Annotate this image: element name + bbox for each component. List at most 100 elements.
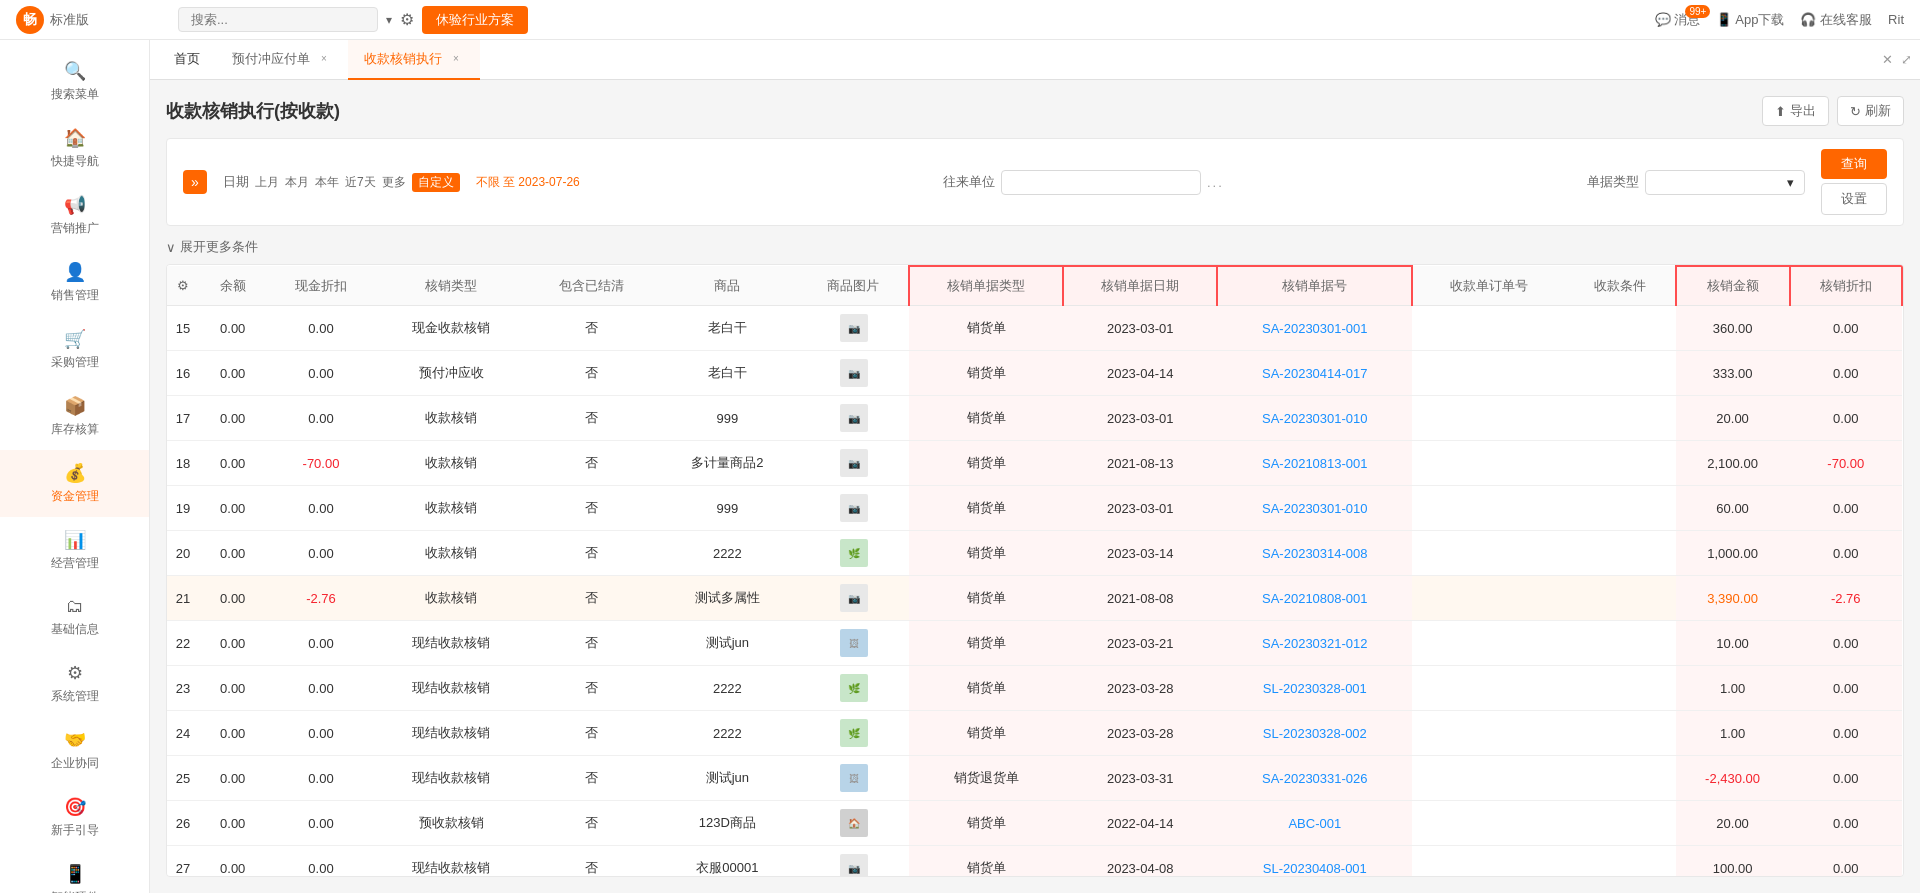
tab-close-all-icon[interactable]: ✕ — [1882, 52, 1893, 67]
cash-discount: 0.00 — [266, 801, 375, 846]
product-name: 999 — [657, 396, 799, 441]
sidebar-label-nav: 快捷导航 — [51, 153, 99, 170]
data-table: ⚙ 余额 现金折扣 核销类型 包含已结清 商品 商品图片 核销单据类型 核销单据… — [167, 265, 1903, 877]
writeoff-bill-type: 销货单 — [909, 666, 1063, 711]
date-more[interactable]: 更多 — [382, 174, 406, 191]
sidebar-item-operation[interactable]: 📊 经营管理 — [0, 517, 149, 584]
product-img-cell: 🌿 — [798, 531, 909, 576]
receipt-condition — [1565, 801, 1676, 846]
row-number: 19 — [167, 486, 199, 531]
include-settled: 否 — [527, 621, 657, 666]
top-search-input[interactable] — [178, 7, 378, 32]
sidebar-item-guide[interactable]: 🎯 新手引导 — [0, 784, 149, 851]
date-this-year[interactable]: 本年 — [315, 174, 339, 191]
tab-home[interactable]: 首页 — [158, 40, 216, 80]
writeoff-bill-no[interactable]: SA-20210813-001 — [1217, 441, 1412, 486]
export-button[interactable]: ⬆ 导出 — [1762, 96, 1829, 126]
sidebar-item-basic[interactable]: 🗂 基础信息 — [0, 584, 149, 650]
search-dropdown-icon[interactable]: ▾ — [386, 13, 392, 27]
app-download-link[interactable]: 📱 App下载 — [1716, 11, 1784, 29]
sidebar-label-guide: 新手引导 — [51, 822, 99, 839]
writeoff-type: 收款核销 — [376, 486, 527, 531]
expand-more-button[interactable]: ∨ 展开更多条件 — [166, 238, 1904, 256]
writeoff-bill-no[interactable]: SA-20230321-012 — [1217, 621, 1412, 666]
sidebar-item-system[interactable]: ⚙ 系统管理 — [0, 650, 149, 717]
receipt-condition — [1565, 396, 1676, 441]
writeoff-discount: -70.00 — [1790, 441, 1902, 486]
writeoff-bill-date: 2023-03-31 — [1063, 756, 1217, 801]
filter-bill-type-group: 单据类型 ▾ — [1587, 170, 1805, 195]
writeoff-discount: 0.00 — [1790, 756, 1902, 801]
writeoff-bill-date: 2023-03-28 — [1063, 666, 1217, 711]
counterpart-input[interactable] — [1001, 170, 1201, 195]
date-last-month[interactable]: 上月 — [255, 174, 279, 191]
writeoff-discount: 0.00 — [1790, 801, 1902, 846]
industry-button[interactable]: 休验行业方案 — [422, 6, 528, 34]
include-settled: 否 — [527, 306, 657, 351]
date-this-month[interactable]: 本月 — [285, 174, 309, 191]
include-settled: 否 — [527, 666, 657, 711]
date-custom[interactable]: 自定义 — [412, 173, 460, 192]
writeoff-bill-no[interactable]: SA-20230331-026 — [1217, 756, 1412, 801]
writeoff-discount: -2.76 — [1790, 576, 1902, 621]
online-service-link[interactable]: 🎧 在线客服 — [1800, 11, 1872, 29]
product-name: 衣服00001 — [657, 846, 799, 878]
writeoff-bill-no[interactable]: SL-20230328-002 — [1217, 711, 1412, 756]
writeoff-bill-no[interactable]: ABC-001 — [1217, 801, 1412, 846]
writeoff-discount: 0.00 — [1790, 306, 1902, 351]
tab-receipt-writeoff-close[interactable]: × — [448, 51, 464, 67]
product-name: 2222 — [657, 531, 799, 576]
top-bar-center: ▾ ⚙ 休验行业方案 — [178, 6, 1643, 34]
query-button[interactable]: 查询 — [1821, 149, 1887, 179]
writeoff-amount: 1,000.00 — [1676, 531, 1790, 576]
writeoff-bill-no[interactable]: SA-20230314-008 — [1217, 531, 1412, 576]
tab-fullscreen-icon[interactable]: ⤢ — [1901, 52, 1912, 67]
tab-bar-actions: ✕ ⤢ — [1882, 52, 1912, 67]
receipt-condition — [1565, 621, 1676, 666]
sidebar-item-hardware[interactable]: 📱 智能硬件 — [0, 851, 149, 893]
writeoff-bill-no[interactable]: SA-20230301-001 — [1217, 306, 1412, 351]
writeoff-bill-type: 销货单 — [909, 351, 1063, 396]
writeoff-bill-no[interactable]: SL-20230408-001 — [1217, 846, 1412, 878]
sidebar-item-marketing[interactable]: 📢 营销推广 — [0, 182, 149, 249]
writeoff-discount: 0.00 — [1790, 621, 1902, 666]
refresh-button[interactable]: ↻ 刷新 — [1837, 96, 1904, 126]
balance: 0.00 — [199, 666, 266, 711]
sidebar-item-enterprise[interactable]: 🤝 企业协同 — [0, 717, 149, 784]
writeoff-bill-no[interactable]: SA-20230301-010 — [1217, 396, 1412, 441]
writeoff-amount: 1.00 — [1676, 666, 1790, 711]
row-number: 21 — [167, 576, 199, 621]
sidebar-item-purchase[interactable]: 🛒 采购管理 — [0, 316, 149, 383]
tab-prepay-close[interactable]: × — [316, 51, 332, 67]
writeoff-bill-no[interactable]: SA-20210808-001 — [1217, 576, 1412, 621]
sidebar-item-sales[interactable]: 👤 销售管理 — [0, 249, 149, 316]
include-settled: 否 — [527, 441, 657, 486]
sidebar-item-search[interactable]: 🔍 搜索菜单 — [0, 48, 149, 115]
date-last-7days[interactable]: 近7天 — [345, 174, 376, 191]
writeoff-bill-no[interactable]: SA-20230301-010 — [1217, 486, 1412, 531]
product-image: 📷 — [840, 584, 868, 612]
th-gear[interactable]: ⚙ — [167, 266, 199, 306]
bill-type-select[interactable]: ▾ — [1645, 170, 1805, 195]
sidebar-item-nav[interactable]: 🏠 快捷导航 — [0, 115, 149, 182]
writeoff-bill-no[interactable]: SA-20230414-017 — [1217, 351, 1412, 396]
tab-prepay[interactable]: 预付冲应付单 × — [216, 40, 348, 80]
page-actions: ⬆ 导出 ↻ 刷新 — [1762, 96, 1904, 126]
sidebar-item-inventory[interactable]: 📦 库存核算 — [0, 383, 149, 450]
writeoff-type: 预付冲应收 — [376, 351, 527, 396]
product-image: 📷 — [840, 404, 868, 432]
balance: 0.00 — [199, 846, 266, 878]
table-header-row: ⚙ 余额 现金折扣 核销类型 包含已结清 商品 商品图片 核销单据类型 核销单据… — [167, 266, 1902, 306]
tab-receipt-writeoff[interactable]: 收款核销执行 × — [348, 40, 480, 80]
settings-icon[interactable]: ⚙ — [400, 10, 414, 29]
sidebar-item-finance[interactable]: 💰 资金管理 — [0, 450, 149, 517]
receipt-order-no — [1412, 486, 1565, 531]
notification-badge[interactable]: 💬 99+ 消息 — [1655, 11, 1701, 29]
setting-button[interactable]: 设置 — [1821, 183, 1887, 215]
user-name[interactable]: Rit — [1888, 12, 1904, 27]
writeoff-amount: 2,100.00 — [1676, 441, 1790, 486]
filter-expand-arrow[interactable]: » — [183, 170, 207, 194]
th-receipt-order-no: 收款单订单号 — [1412, 266, 1565, 306]
writeoff-bill-no[interactable]: SL-20230328-001 — [1217, 666, 1412, 711]
table-row: 170.000.00收款核销否999📷销货单2023-03-01SA-20230… — [167, 396, 1902, 441]
